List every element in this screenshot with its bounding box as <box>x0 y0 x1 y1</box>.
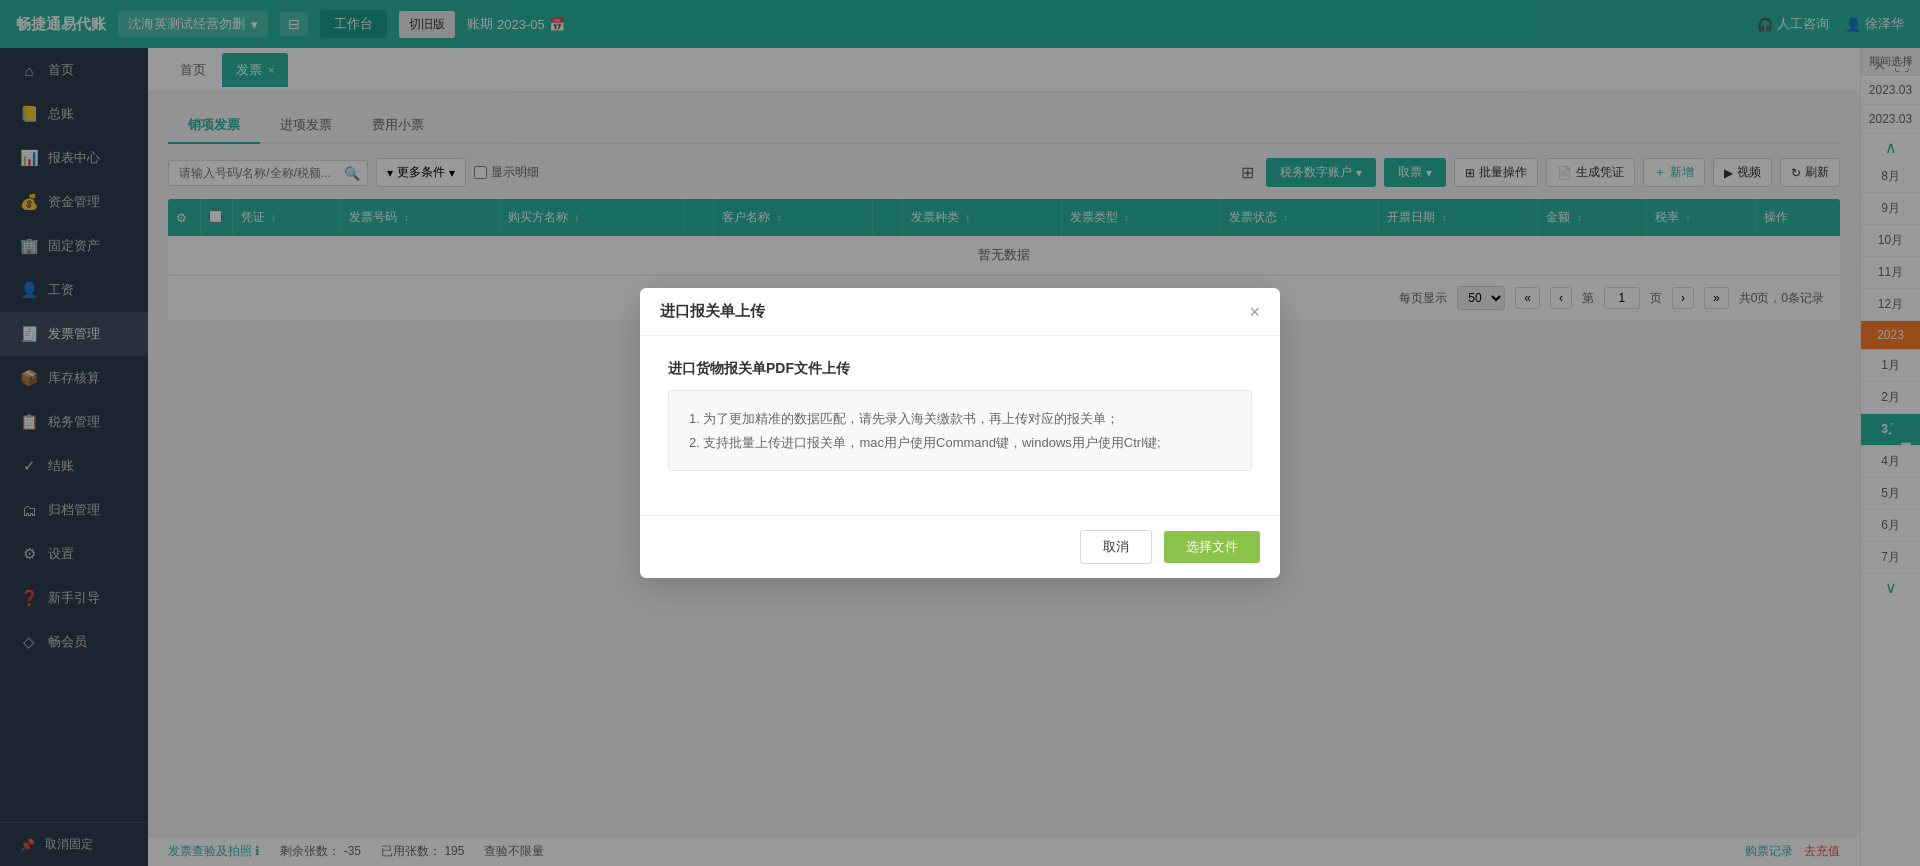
modal-body: 进口货物报关单PDF文件上传 1. 为了更加精准的数据匹配，请先录入海关缴款书，… <box>640 336 1280 515</box>
modal-title: 进口报关单上传 <box>660 302 765 321</box>
modal-cancel-button[interactable]: 取消 <box>1080 530 1152 564</box>
modal-info-line-1: 1. 为了更加精准的数据匹配，请先录入海关缴款书，再上传对应的报关单； <box>689 407 1231 430</box>
modal-info-box: 1. 为了更加精准的数据匹配，请先录入海关缴款书，再上传对应的报关单； 2. 支… <box>668 390 1252 471</box>
modal-overlay[interactable]: 进口报关单上传 × 进口货物报关单PDF文件上传 1. 为了更加精准的数据匹配，… <box>0 0 1920 866</box>
modal-header: 进口报关单上传 × <box>640 288 1280 336</box>
modal-footer: 取消 选择文件 <box>640 515 1280 578</box>
modal-close-button[interactable]: × <box>1249 303 1260 321</box>
modal-info-line-2: 2. 支持批量上传进口报关单，mac用户使用Command键，windows用户… <box>689 431 1231 454</box>
modal-select-file-button[interactable]: 选择文件 <box>1164 531 1260 563</box>
modal-section-title: 进口货物报关单PDF文件上传 <box>668 360 1252 378</box>
modal-box: 进口报关单上传 × 进口货物报关单PDF文件上传 1. 为了更加精准的数据匹配，… <box>640 288 1280 578</box>
